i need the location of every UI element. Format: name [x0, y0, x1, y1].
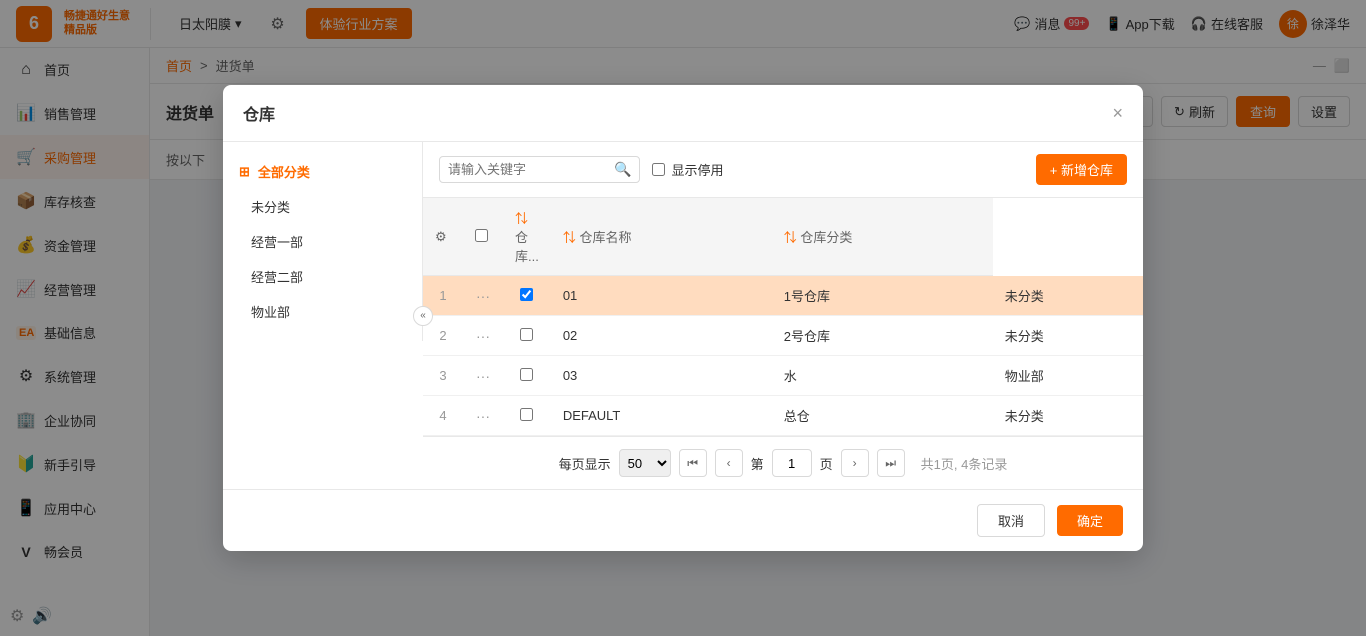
row-index: 3: [423, 356, 463, 396]
collapse-panel-button[interactable]: «: [413, 306, 433, 326]
col-code[interactable]: ⇅ 仓库...: [503, 198, 551, 276]
page-label: 第: [751, 454, 764, 473]
sort-icon: ⇅: [515, 211, 528, 226]
col-name[interactable]: ⇅ 仓库名称: [551, 198, 772, 276]
row-name: 总仓: [772, 396, 993, 436]
col-gear: ⚙: [423, 198, 463, 276]
row-code: 01: [551, 276, 772, 316]
row-checkbox[interactable]: [520, 368, 533, 381]
next-page-button[interactable]: ›: [841, 449, 869, 477]
row-gear[interactable]: ···: [463, 276, 503, 316]
row-gear[interactable]: ···: [463, 316, 503, 356]
cancel-button[interactable]: 取消: [977, 504, 1045, 537]
row-code: 03: [551, 356, 772, 396]
row-checkbox[interactable]: [520, 288, 533, 301]
show-disabled-label[interactable]: 显示停用: [652, 160, 723, 179]
category-item-1[interactable]: 经营一部: [223, 224, 422, 259]
total-records: 共1页, 4条记录: [921, 454, 1008, 473]
last-page-button[interactable]: ⏭: [877, 449, 905, 477]
row-checkbox-cell[interactable]: [503, 276, 551, 316]
page-number-input[interactable]: [772, 449, 812, 477]
page-suffix: 页: [820, 454, 833, 473]
row-checkbox[interactable]: [520, 408, 533, 421]
row-category: 未分类: [993, 316, 1143, 356]
sort-cat-icon: ⇅: [784, 230, 797, 245]
category-item-3[interactable]: 物业部: [223, 294, 422, 329]
confirm-button[interactable]: 确定: [1057, 505, 1123, 536]
row-code: DEFAULT: [551, 396, 772, 436]
row-checkbox[interactable]: [520, 328, 533, 341]
category-panel-wrapper: ⊞ 全部分类 未分类 经营一部 经营二部 物业部 «: [223, 142, 423, 489]
table-panel: 🔍 显示停用 + 新增仓库: [423, 142, 1143, 489]
row-name: 水: [772, 356, 993, 396]
select-all-checkbox[interactable]: [475, 229, 488, 242]
gear-col-icon: ⚙: [435, 229, 447, 244]
col-check: [463, 198, 503, 276]
row-category: 物业部: [993, 356, 1143, 396]
per-page-label: 每页显示: [559, 454, 611, 473]
category-panel: ⊞ 全部分类 未分类 经营一部 经营二部 物业部: [223, 142, 423, 341]
add-warehouse-button[interactable]: + 新增仓库: [1036, 154, 1127, 185]
row-name: 2号仓库: [772, 316, 993, 356]
first-page-button[interactable]: ⏮: [679, 449, 707, 477]
grid-icon: ⊞: [239, 164, 250, 180]
sort-name-icon: ⇅: [563, 230, 576, 245]
table-row[interactable]: 4 ··· DEFAULT 总仓 未分类: [423, 396, 1143, 436]
warehouse-table: ⚙ ⇅ 仓库... ⇅: [423, 198, 1143, 436]
row-checkbox-cell[interactable]: [503, 356, 551, 396]
per-page-select[interactable]: 50 20 100: [619, 449, 671, 477]
modal-title: 仓库: [243, 101, 275, 125]
row-checkbox-cell[interactable]: [503, 396, 551, 436]
table-row[interactable]: 1 ··· 01 1号仓库 未分类: [423, 276, 1143, 316]
row-checkbox-cell[interactable]: [503, 316, 551, 356]
row-gear[interactable]: ···: [463, 396, 503, 436]
row-category: 未分类: [993, 276, 1143, 316]
table-row[interactable]: 2 ··· 02 2号仓库 未分类: [423, 316, 1143, 356]
modal-close-button[interactable]: ×: [1112, 103, 1123, 124]
category-all[interactable]: ⊞ 全部分类: [223, 154, 422, 189]
row-name: 1号仓库: [772, 276, 993, 316]
table-toolbar: 🔍 显示停用 + 新增仓库: [423, 142, 1143, 198]
table-header-row: ⚙ ⇅ 仓库... ⇅: [423, 198, 1143, 276]
category-item-2[interactable]: 经营二部: [223, 259, 422, 294]
col-category[interactable]: ⇅ 仓库分类: [772, 198, 993, 276]
toolbar-right: + 新增仓库: [1036, 154, 1127, 185]
warehouse-modal: 仓库 × ⊞ 全部分类 未分类 经营一部 经营二部 物业部 «: [223, 85, 1143, 551]
search-icon[interactable]: 🔍: [614, 161, 631, 178]
modal-header: 仓库 ×: [223, 85, 1143, 142]
modal-overlay: 仓库 × ⊞ 全部分类 未分类 经营一部 经营二部 物业部 «: [0, 0, 1366, 636]
category-item-0[interactable]: 未分类: [223, 189, 422, 224]
row-gear[interactable]: ···: [463, 356, 503, 396]
table-row[interactable]: 3 ··· 03 水 物业部: [423, 356, 1143, 396]
search-box: 🔍: [439, 156, 640, 183]
modal-footer: 取消 确定: [223, 489, 1143, 551]
modal-body: ⊞ 全部分类 未分类 经营一部 经营二部 物业部 « 🔍: [223, 142, 1143, 489]
row-category: 未分类: [993, 396, 1143, 436]
pagination: 每页显示 50 20 100 ⏮ ‹ 第 页 › ⏭ 共1页, 4条记录: [423, 436, 1143, 489]
search-input[interactable]: [448, 162, 608, 177]
prev-page-button[interactable]: ‹: [715, 449, 743, 477]
row-index: 4: [423, 396, 463, 436]
show-disabled-checkbox[interactable]: [652, 163, 665, 176]
row-code: 02: [551, 316, 772, 356]
